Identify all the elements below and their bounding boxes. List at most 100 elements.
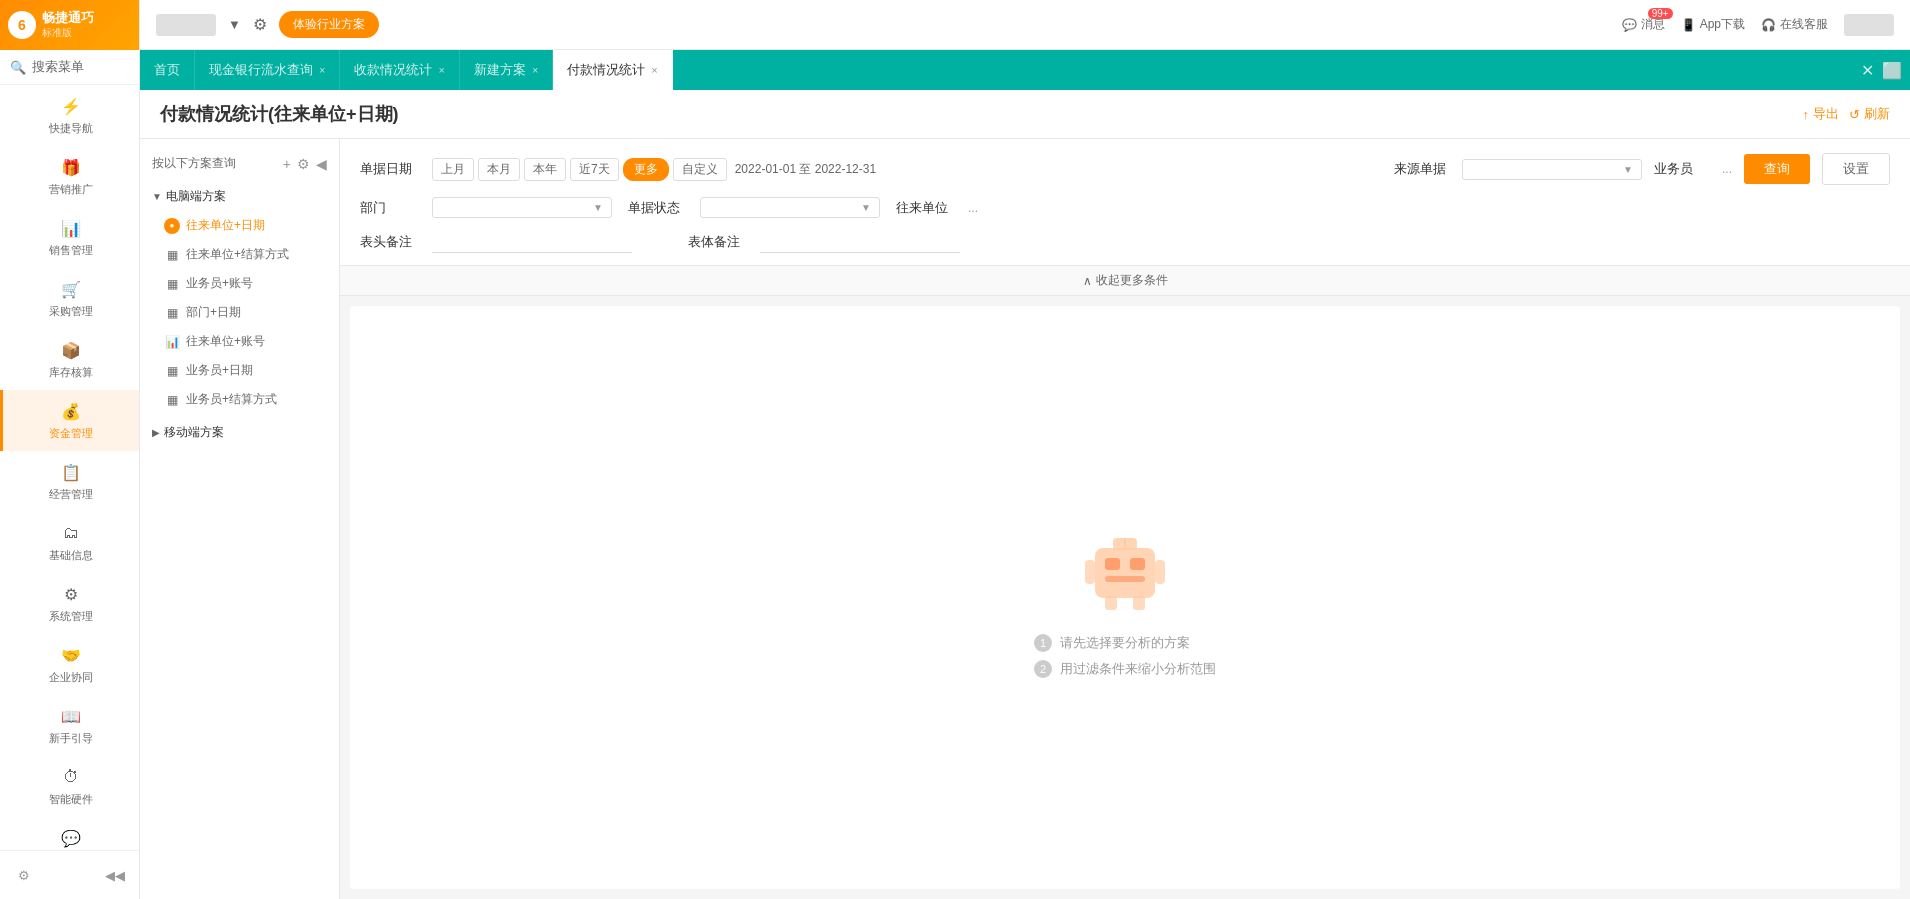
hint-1-text: 请先选择要分析的方案: [1060, 634, 1190, 652]
scheme-item-staff-settle[interactable]: ▦ 业务员+结算方式: [156, 385, 331, 414]
page-actions: ↑ 导出 ↺ 刷新: [1803, 105, 1891, 123]
scheme-table-icon-1: ▦: [164, 247, 180, 263]
add-scheme-btn[interactable]: +: [283, 156, 291, 172]
scheme-table-icon-4: ▦: [164, 363, 180, 379]
scheme-staff-date-label: 业务员+日期: [186, 362, 253, 379]
table-header-note-input[interactable]: [432, 230, 632, 253]
desktop-group-label: 电脑端方案: [166, 188, 226, 205]
date-btn-custom[interactable]: 自定义: [673, 158, 727, 181]
purchase-icon: 🛒: [60, 278, 82, 300]
brand-info: 畅捷通巧 标准版: [42, 10, 94, 40]
page-header: 付款情况统计(往来单位+日期) ↑ 导出 ↺ 刷新: [140, 90, 1910, 139]
refresh-btn[interactable]: ↺ 刷新: [1849, 105, 1890, 123]
panel-collapse-btn[interactable]: ◀: [316, 156, 327, 172]
tab-new-scheme-close[interactable]: ×: [532, 64, 538, 76]
scheme-item-unit-account[interactable]: 📊 往来单位+账号: [156, 327, 331, 356]
sidebar-collapse-btn[interactable]: ◀◀: [101, 861, 129, 889]
sidebar-item-guide[interactable]: 📖 新手引导: [0, 695, 139, 756]
tab-home-label: 首页: [154, 61, 180, 79]
tab-bank-flow-close[interactable]: ×: [319, 64, 325, 76]
related-unit-value[interactable]: ...: [968, 201, 978, 215]
desktop-group-header[interactable]: ▼ 电脑端方案: [148, 182, 331, 211]
trial-btn[interactable]: 体验行业方案: [279, 11, 379, 38]
online-service-btn[interactable]: 🎧 在线客服: [1761, 16, 1828, 33]
sidebar-item-inventory[interactable]: 📦 库存核算: [0, 329, 139, 390]
message-badge: 99+: [1648, 8, 1673, 19]
sidebar-item-basic[interactable]: 🗂 基础信息: [0, 512, 139, 573]
scheme-unit-account-label: 往来单位+账号: [186, 333, 265, 350]
scheme-item-unit-date[interactable]: ● 往来单位+日期: [156, 211, 331, 240]
left-panel-icons: + ⚙ ◀: [283, 156, 327, 172]
quick-nav-icon: ⚡: [60, 95, 82, 117]
topbar-dropdown-btn[interactable]: ▼: [228, 17, 241, 32]
mobile-group-header[interactable]: ▶ 移动端方案: [148, 418, 331, 447]
date-btn-last-month[interactable]: 上月: [432, 158, 474, 181]
sidebar-item-cooperation[interactable]: 🤝 企业协同: [0, 634, 139, 695]
page-title: 付款情况统计(往来单位+日期): [160, 102, 399, 126]
message-btn[interactable]: 💬 消息 99+: [1622, 16, 1665, 33]
query-btn[interactable]: 查询: [1744, 154, 1810, 184]
scheme-item-staff-date[interactable]: ▦ 业务员+日期: [156, 356, 331, 385]
tab-maximize-btn[interactable]: ⬜: [1882, 61, 1902, 80]
sidebar-item-quick-nav[interactable]: ⚡ 快捷导航: [0, 85, 139, 146]
sidebar-item-operation[interactable]: 📋 经营管理: [0, 451, 139, 512]
collapse-more-btn[interactable]: ∧ 收起更多条件: [340, 265, 1910, 295]
main-area: ▼ ⚙ 体验行业方案 💬 消息 99+ 📱 App下载 🎧 在线客服 首页: [140, 0, 1910, 899]
settings-btn[interactable]: 设置: [1822, 153, 1890, 185]
staff-label: 业务员: [1654, 160, 1710, 178]
date-btn-7days[interactable]: 近7天: [570, 158, 619, 181]
hint-2-num: 2: [1034, 660, 1052, 678]
tab-collection-stats-close[interactable]: ×: [438, 64, 444, 76]
dept-select[interactable]: ▼: [432, 197, 612, 218]
scheme-item-unit-settle[interactable]: ▦ 往来单位+结算方式: [156, 240, 331, 269]
tab-payment-stats[interactable]: 付款情况统计 ×: [553, 50, 672, 90]
scheme-item-staff-account[interactable]: ▦ 业务员+账号: [156, 269, 331, 298]
sidebar-item-capital[interactable]: 💰 资金管理: [0, 390, 139, 451]
logo-icon: 6: [8, 11, 36, 39]
sidebar-item-hardware[interactable]: ⏱ 智能硬件: [0, 756, 139, 817]
doc-status-select[interactable]: ▼: [700, 197, 880, 218]
related-unit-label: 往来单位: [896, 199, 952, 217]
edition-label: 标准版: [42, 26, 94, 40]
sidebar-settings-btn[interactable]: ⚙: [10, 861, 38, 889]
table-body-note-input[interactable]: [760, 230, 960, 253]
sidebar-item-wechat[interactable]: 💬 企业微信: [0, 817, 139, 850]
tabbar-controls: ✕ ⬜: [1853, 61, 1910, 80]
tab-new-scheme[interactable]: 新建方案 ×: [460, 50, 553, 90]
topbar-gear-btn[interactable]: ⚙: [253, 15, 267, 34]
search-menu[interactable]: 🔍 搜索菜单: [0, 50, 139, 85]
staff-value[interactable]: ...: [1722, 162, 1732, 176]
brand-name: 畅捷通巧: [42, 10, 94, 26]
tab-payment-stats-close[interactable]: ×: [651, 64, 657, 76]
tab-home[interactable]: 首页: [140, 50, 195, 90]
wechat-icon: 💬: [60, 827, 82, 849]
sidebar-item-system[interactable]: ⚙ 系统管理: [0, 573, 139, 634]
mobile-group-arrow: ▶: [152, 427, 160, 438]
scheme-table-icon-2: ▦: [164, 276, 180, 292]
scheme-item-dept-date[interactable]: ▦ 部门+日期: [156, 298, 331, 327]
left-panel-header: 按以下方案查询 + ⚙ ◀: [140, 149, 339, 178]
tab-bank-flow[interactable]: 现金银行流水查询 ×: [195, 50, 340, 90]
date-btn-this-year[interactable]: 本年: [524, 158, 566, 181]
export-btn[interactable]: ↑ 导出: [1803, 105, 1840, 123]
app-icon: 📱: [1681, 18, 1696, 32]
scheme-unit-date-label: 往来单位+日期: [186, 217, 265, 234]
tab-collection-stats[interactable]: 收款情况统计 ×: [340, 50, 459, 90]
content-area: 付款情况统计(往来单位+日期) ↑ 导出 ↺ 刷新 按以下方案查询 +: [140, 90, 1910, 899]
source-doc-select[interactable]: ▼: [1462, 159, 1642, 180]
basic-label: 基础信息: [49, 548, 93, 563]
date-btn-more[interactable]: 更多: [623, 158, 669, 181]
svg-rect-6: [1085, 560, 1095, 584]
tab-close-all-btn[interactable]: ✕: [1861, 61, 1874, 80]
sidebar-item-purchase[interactable]: 🛒 采购管理: [0, 268, 139, 329]
app-download-label: App下载: [1700, 16, 1745, 33]
user-avatar[interactable]: [1844, 14, 1894, 36]
desktop-scheme-group: ▼ 电脑端方案 ● 往来单位+日期 ▦ 往来单位+结算方式 ▦: [140, 182, 339, 414]
app-download-btn[interactable]: 📱 App下载: [1681, 16, 1745, 33]
export-label: 导出: [1813, 105, 1839, 123]
quick-nav-label: 快捷导航: [49, 121, 93, 136]
sidebar-item-sales[interactable]: 📊 销售管理: [0, 207, 139, 268]
scheme-settings-btn[interactable]: ⚙: [297, 156, 310, 172]
sidebar-item-marketing[interactable]: 🎁 营销推广: [0, 146, 139, 207]
date-btn-this-month[interactable]: 本月: [478, 158, 520, 181]
